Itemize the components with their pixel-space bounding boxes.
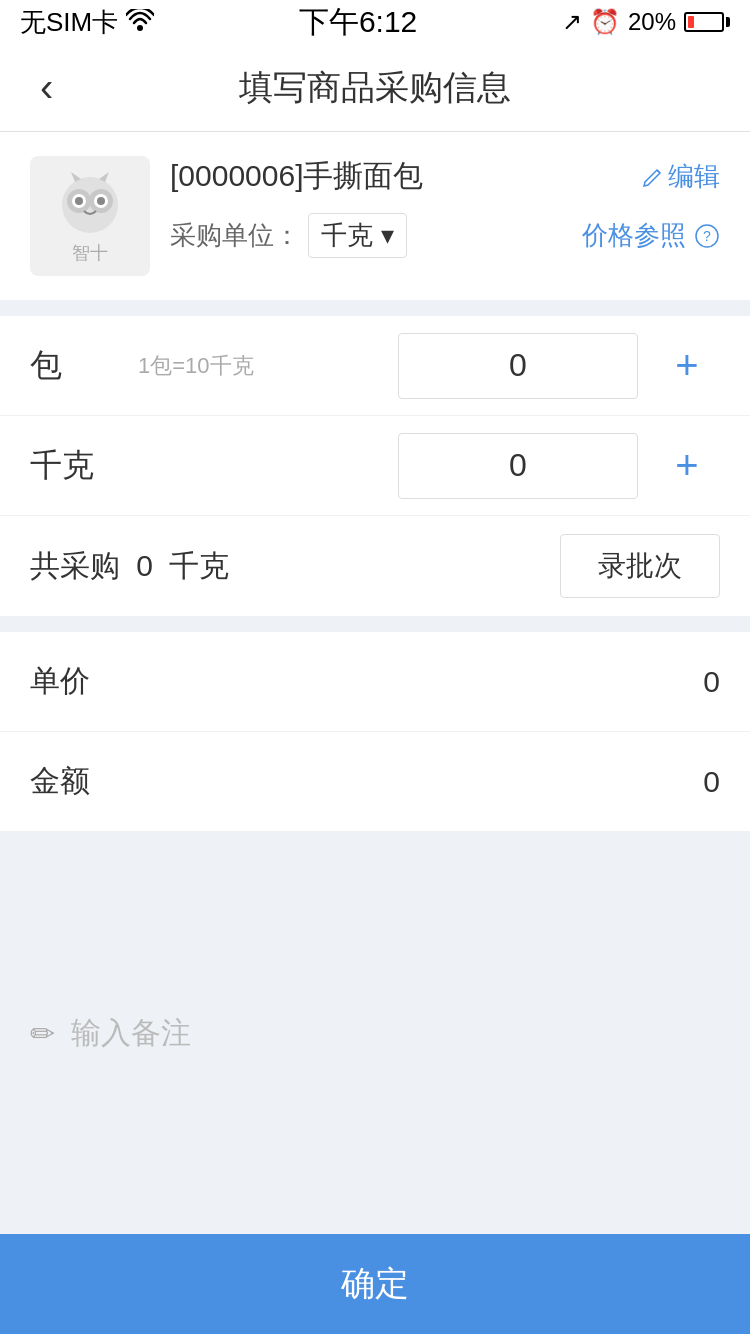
price-ref-link[interactable]: 价格参照 ?	[582, 218, 720, 253]
bag-qty-input[interactable]: 0	[398, 333, 638, 399]
unit-price-label: 单价	[30, 661, 90, 702]
kg-control: 0 +	[130, 433, 720, 499]
kg-label: 千克	[30, 444, 130, 488]
svg-text:?: ?	[703, 228, 711, 244]
product-name: [0000006]手撕面包	[170, 156, 423, 197]
unit-price-row: 单价 0	[0, 632, 750, 732]
amount-value: 0	[703, 765, 720, 799]
summary-unit: 千克	[169, 549, 229, 582]
edit-label[interactable]: 编辑	[668, 159, 720, 194]
price-section: 单价 0 金额 0	[0, 632, 750, 832]
unit-label: 采购单位：	[170, 218, 300, 253]
purchase-unit-row: 采购单位： 千克 ▾ 价格参照 ?	[170, 213, 720, 258]
summary-prefix: 共采购	[30, 549, 120, 582]
product-card: 智十 [0000006]手撕面包 编辑 采购单位： 千克 ▾	[0, 132, 750, 300]
battery-percent: 20%	[628, 8, 676, 36]
amount-row: 金额 0	[0, 732, 750, 832]
confirm-label: 确定	[341, 1261, 409, 1307]
summary-text: 共采购 0 千克	[30, 546, 229, 587]
nav-bar: ‹ 填写商品采购信息	[0, 44, 750, 132]
product-info: [0000006]手撕面包 编辑 采购单位： 千克 ▾ 价格参照	[170, 156, 720, 258]
note-section[interactable]: ✏ 输入备注	[0, 832, 750, 1234]
summary-amount: 0	[136, 549, 153, 582]
svg-point-6	[75, 197, 83, 205]
page-title: 填写商品采购信息	[239, 65, 511, 111]
amount-label: 金额	[30, 761, 90, 802]
input-section: 包 1包=10千克 0 + 千克 0 +	[0, 316, 750, 516]
kg-plus-button[interactable]: +	[654, 433, 720, 499]
kg-qty-input[interactable]: 0	[398, 433, 638, 499]
battery-icon	[684, 12, 730, 32]
confirm-button[interactable]: 确定	[0, 1234, 750, 1334]
product-thumbnail: 智十	[55, 167, 125, 265]
product-name-row: [0000006]手撕面包 编辑	[170, 156, 720, 197]
bag-input-row: 包 1包=10千克 0 +	[0, 316, 750, 416]
section-divider-2	[0, 616, 750, 632]
status-bar: 无SIM卡 下午6:12 ↗ ⏰ 20%	[0, 0, 750, 44]
kg-input-row: 千克 0 +	[0, 416, 750, 516]
bag-sublabel: 1包=10千克	[138, 351, 254, 381]
bag-control: 0 +	[254, 333, 720, 399]
edit-link[interactable]: 编辑	[642, 159, 720, 194]
svg-point-7	[97, 197, 105, 205]
unit-price-value: 0	[703, 665, 720, 699]
note-icon: ✏	[30, 1016, 55, 1051]
svg-point-0	[137, 25, 143, 31]
network-label: 无SIM卡	[20, 5, 118, 40]
brand-label: 智十	[72, 241, 108, 265]
product-image: 智十	[30, 156, 150, 276]
status-time: 下午6:12	[299, 2, 417, 43]
unit-select[interactable]: 千克 ▾	[308, 213, 407, 258]
alarm-icon: ⏰	[590, 8, 620, 36]
status-right: ↗ ⏰ 20%	[562, 8, 730, 36]
unit-value: 千克	[321, 218, 373, 253]
location-icon: ↗	[562, 8, 582, 36]
dropdown-arrow-icon: ▾	[381, 220, 394, 251]
section-divider-1	[0, 300, 750, 316]
note-placeholder: 输入备注	[71, 1013, 191, 1054]
summary-row: 共采购 0 千克 录批次	[0, 516, 750, 616]
price-ref-label: 价格参照	[582, 218, 686, 253]
bag-label: 包	[30, 344, 130, 388]
bag-plus-button[interactable]: +	[654, 333, 720, 399]
back-button[interactable]: ‹	[30, 55, 63, 120]
batch-button[interactable]: 录批次	[560, 534, 720, 598]
wifi-icon	[126, 7, 154, 38]
status-left: 无SIM卡	[20, 5, 154, 40]
